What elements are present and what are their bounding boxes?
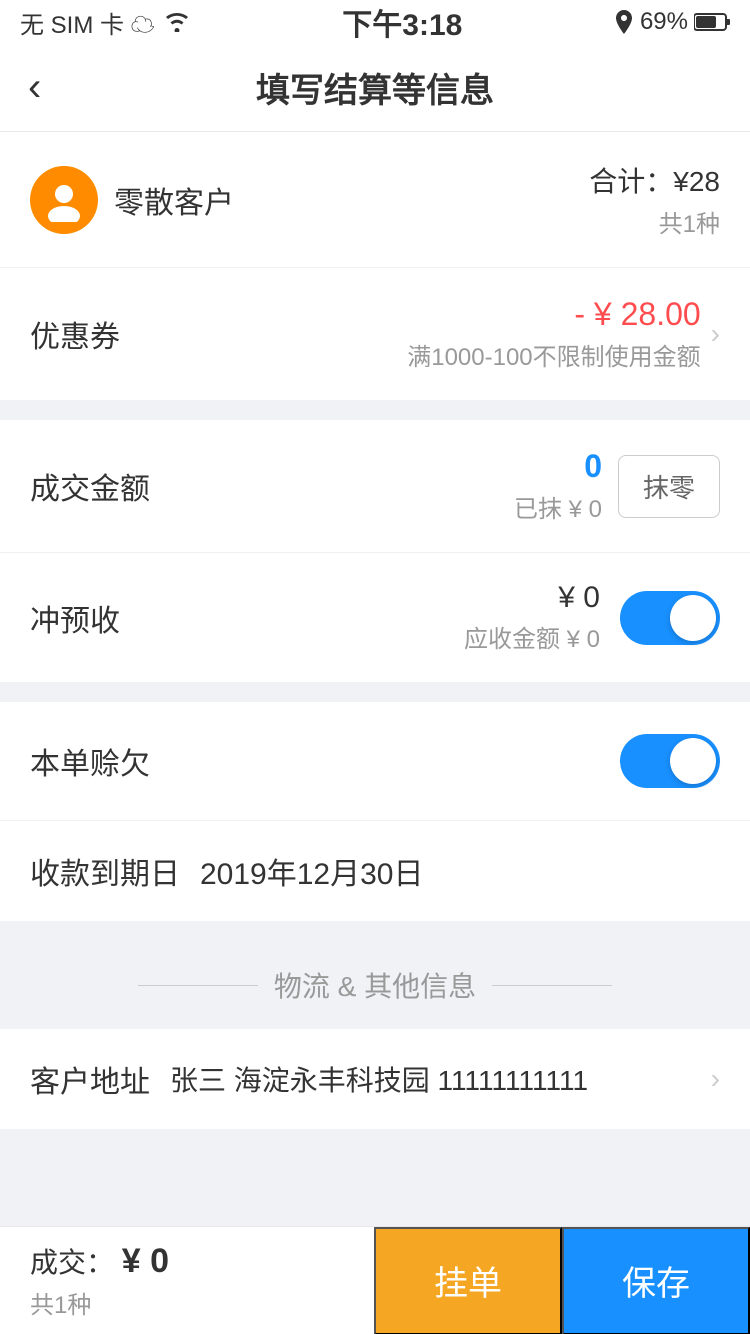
- footer-deal-label: 成交：: [30, 1247, 114, 1278]
- precollect-sub: 应收金额 ¥ 0: [464, 619, 600, 654]
- precollect-label: 冲预收: [30, 596, 120, 640]
- deal-amount-row: 成交金额 0 已抹 ¥ 0 抹零: [0, 420, 750, 552]
- footer-count: 共1种: [30, 1285, 344, 1320]
- round-zero-button[interactable]: 抹零: [618, 455, 720, 518]
- coupon-right: - ¥ 28.00 满1000-100不限制使用金额 ›: [407, 296, 720, 372]
- debt-row: 本单赊欠: [0, 702, 750, 820]
- no-sim-text: 无 SIM 卡 ☁: [20, 5, 155, 40]
- customer-row: 零散客户 合计：¥28 共1种: [0, 132, 750, 267]
- customer-count: 共1种: [589, 204, 720, 239]
- coupon-label: 优惠券: [30, 312, 120, 356]
- address-row[interactable]: 客户地址 张三 海淀永丰科技园 11111111111 ›: [0, 1029, 750, 1129]
- coupon-row[interactable]: 优惠券 - ¥ 28.00 满1000-100不限制使用金额 ›: [0, 267, 750, 400]
- precollect-right: ¥ 0 应收金额 ¥ 0: [464, 581, 720, 654]
- status-bar: 无 SIM 卡 ☁ 下午3:18 69%: [0, 0, 750, 44]
- status-left: 无 SIM 卡 ☁: [20, 5, 191, 40]
- precollect-row: 冲预收 ¥ 0 应收金额 ¥ 0: [0, 552, 750, 682]
- coupon-amount: - ¥ 28.00: [407, 296, 700, 333]
- toggle-knob: [670, 595, 716, 641]
- logistics-section: 物流 & 其他信息: [0, 941, 750, 1029]
- battery-text: 69%: [640, 8, 688, 36]
- due-date-row: 收款到期日 2019年12月30日: [0, 820, 750, 921]
- customer-name: 零散客户: [114, 178, 234, 222]
- status-right: 69%: [614, 8, 730, 36]
- coupon-desc: 满1000-100不限制使用金额: [407, 337, 700, 372]
- customer-total: 合计：¥28: [589, 160, 720, 200]
- deal-label: 成交金额: [30, 464, 150, 508]
- deal-sub: 已抹 ¥ 0: [514, 489, 602, 524]
- debt-label: 本单赊欠: [30, 739, 150, 783]
- customer-section: 零散客户 合计：¥28 共1种 优惠券 - ¥ 28.00 满1000-100不…: [0, 132, 750, 400]
- precollect-toggle[interactable]: [620, 591, 720, 645]
- customer-left: 零散客户: [30, 166, 234, 234]
- location-icon: [614, 10, 634, 34]
- debt-section: 本单赊欠 收款到期日 2019年12月30日: [0, 702, 750, 921]
- footer-deal-amount: ¥ 0: [122, 1242, 169, 1280]
- footer-left: 成交： ¥ 0 共1种: [0, 1241, 374, 1320]
- avatar-icon: [42, 178, 86, 222]
- deal-section: 成交金额 0 已抹 ¥ 0 抹零 冲预收 ¥ 0 应收金额 ¥ 0: [0, 420, 750, 682]
- deal-value: 0: [514, 448, 602, 485]
- deal-value-wrap: 0 已抹 ¥ 0: [514, 448, 602, 524]
- save-button[interactable]: 保存: [562, 1227, 750, 1334]
- logistics-label: 物流 & 其他信息: [274, 965, 476, 1005]
- coupon-info: - ¥ 28.00 满1000-100不限制使用金额: [407, 296, 700, 372]
- footer-deal-line: 成交： ¥ 0: [30, 1241, 344, 1281]
- wifi-icon: [163, 12, 191, 32]
- status-time: 下午3:18: [342, 0, 462, 44]
- precollect-amounts: ¥ 0 应收金额 ¥ 0: [464, 581, 600, 654]
- customer-avatar: [30, 166, 98, 234]
- due-date-label: 收款到期日: [30, 849, 180, 893]
- hold-order-button[interactable]: 挂单: [374, 1227, 562, 1334]
- nav-bar: ‹ 填写结算等信息: [0, 44, 750, 132]
- battery-icon: [694, 12, 730, 32]
- coupon-chevron-icon: ›: [711, 318, 720, 350]
- address-section: 客户地址 张三 海淀永丰科技园 11111111111 ›: [0, 1029, 750, 1129]
- deal-right: 0 已抹 ¥ 0 抹零: [514, 448, 720, 524]
- debt-toggle[interactable]: [620, 734, 720, 788]
- back-button[interactable]: ‹: [28, 65, 41, 110]
- precollect-amount: ¥ 0: [464, 581, 600, 615]
- customer-summary: 合计：¥28 共1种: [589, 160, 720, 239]
- due-date-value: 2019年12月30日: [200, 849, 423, 893]
- address-chevron-icon: ›: [711, 1063, 720, 1095]
- nav-title: 填写结算等信息: [256, 63, 494, 112]
- debt-toggle-knob: [670, 738, 716, 784]
- address-value: 张三 海淀永丰科技园 11111111111: [170, 1059, 711, 1099]
- footer: 成交： ¥ 0 共1种 挂单 保存: [0, 1226, 750, 1334]
- address-key: 客户地址: [30, 1057, 150, 1101]
